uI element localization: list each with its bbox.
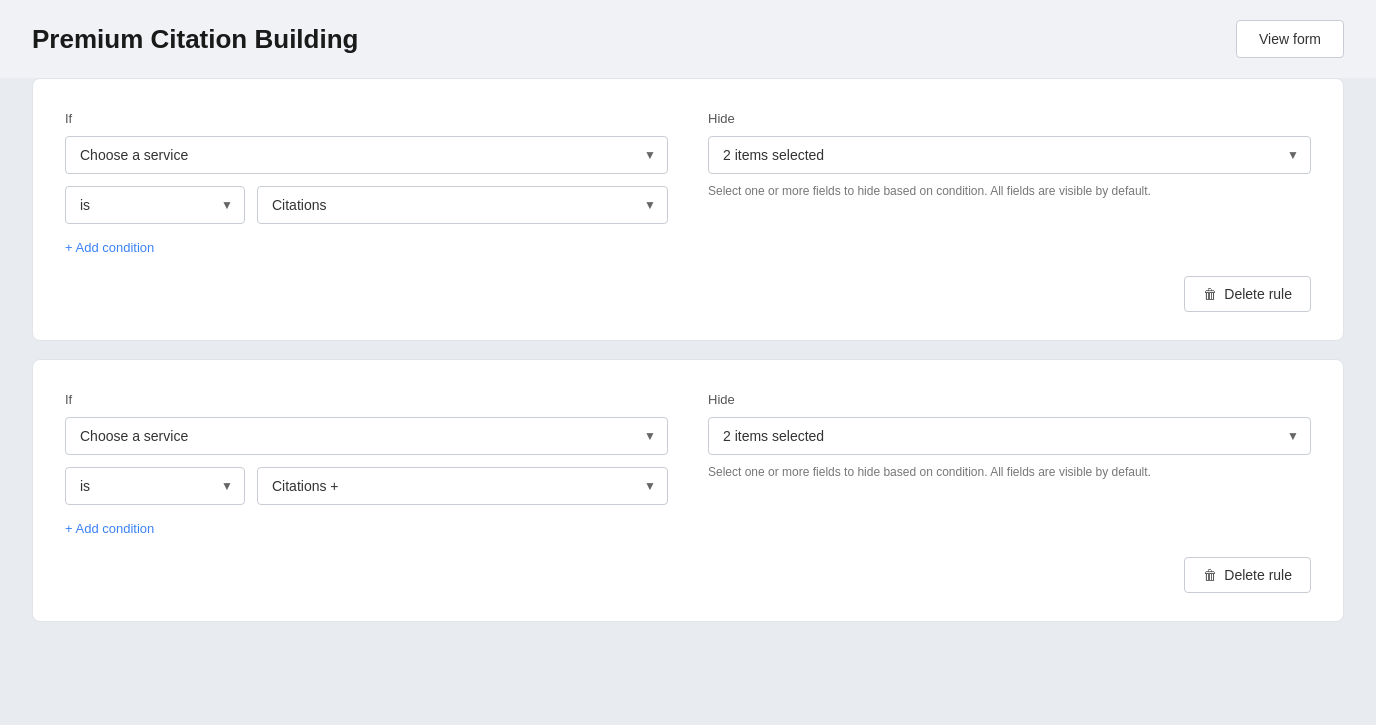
view-form-button[interactable]: View form	[1236, 20, 1344, 58]
delete-rule-label-1: Delete rule	[1224, 286, 1292, 302]
hide-label-2: Hide	[708, 392, 1311, 407]
delete-rule-label-2: Delete rule	[1224, 567, 1292, 583]
rule-footer-1: 🗑 Delete rule	[65, 276, 1311, 312]
condition-row-1: isis not ▼ CitationsCitations +Other ▼	[65, 186, 668, 224]
condition-row-2: isis not ▼ CitationsCitations +Other ▼	[65, 467, 668, 505]
trash-icon-2: 🗑	[1203, 567, 1217, 583]
rule-card-2: If Choose a service ▼ isis not ▼	[32, 359, 1344, 622]
rule-left-1: If Choose a service ▼ isis not ▼	[65, 111, 668, 256]
page-header: Premium Citation Building View form	[0, 0, 1376, 78]
rule-left-2: If Choose a service ▼ isis not ▼	[65, 392, 668, 537]
main-content: If Choose a service ▼ isis not ▼	[0, 78, 1376, 672]
condition-type-select-2[interactable]: isis not	[65, 467, 245, 505]
rule-right-2: Hide 2 items selected ▼ Select one or mo…	[708, 392, 1311, 481]
delete-rule-button-1[interactable]: 🗑 Delete rule	[1184, 276, 1311, 312]
hide-select-1[interactable]: 2 items selected	[708, 136, 1311, 174]
hide-hint-2: Select one or more fields to hide based …	[708, 463, 1311, 481]
service-select-wrapper-1: Choose a service ▼	[65, 136, 668, 174]
trash-icon-1: 🗑	[1203, 286, 1217, 302]
if-label-2: If	[65, 392, 668, 407]
if-label-1: If	[65, 111, 668, 126]
hide-select-wrapper-2: 2 items selected ▼	[708, 417, 1311, 455]
value-select-2[interactable]: CitationsCitations +Other	[257, 467, 668, 505]
rule-body-2: If Choose a service ▼ isis not ▼	[65, 392, 1311, 537]
rule-right-1: Hide 2 items selected ▼ Select one or mo…	[708, 111, 1311, 200]
value-select-1[interactable]: CitationsCitations +Other	[257, 186, 668, 224]
hide-select-wrapper-1: 2 items selected ▼	[708, 136, 1311, 174]
page-title: Premium Citation Building	[32, 24, 358, 55]
service-select-2[interactable]: Choose a service	[65, 417, 668, 455]
service-select-wrapper-2: Choose a service ▼	[65, 417, 668, 455]
rule-footer-2: 🗑 Delete rule	[65, 557, 1311, 593]
condition-type-select-1[interactable]: isis not	[65, 186, 245, 224]
add-condition-button-1[interactable]: + Add condition	[65, 240, 154, 255]
rule-body-1: If Choose a service ▼ isis not ▼	[65, 111, 1311, 256]
condition-type-wrapper-1: isis not ▼	[65, 186, 245, 224]
add-condition-button-2[interactable]: + Add condition	[65, 521, 154, 536]
hide-hint-1: Select one or more fields to hide based …	[708, 182, 1311, 200]
value-select-wrapper-2: CitationsCitations +Other ▼	[257, 467, 668, 505]
delete-rule-button-2[interactable]: 🗑 Delete rule	[1184, 557, 1311, 593]
condition-type-wrapper-2: isis not ▼	[65, 467, 245, 505]
value-select-wrapper-1: CitationsCitations +Other ▼	[257, 186, 668, 224]
hide-label-1: Hide	[708, 111, 1311, 126]
hide-select-2[interactable]: 2 items selected	[708, 417, 1311, 455]
service-select-1[interactable]: Choose a service	[65, 136, 668, 174]
rule-card-1: If Choose a service ▼ isis not ▼	[32, 78, 1344, 341]
